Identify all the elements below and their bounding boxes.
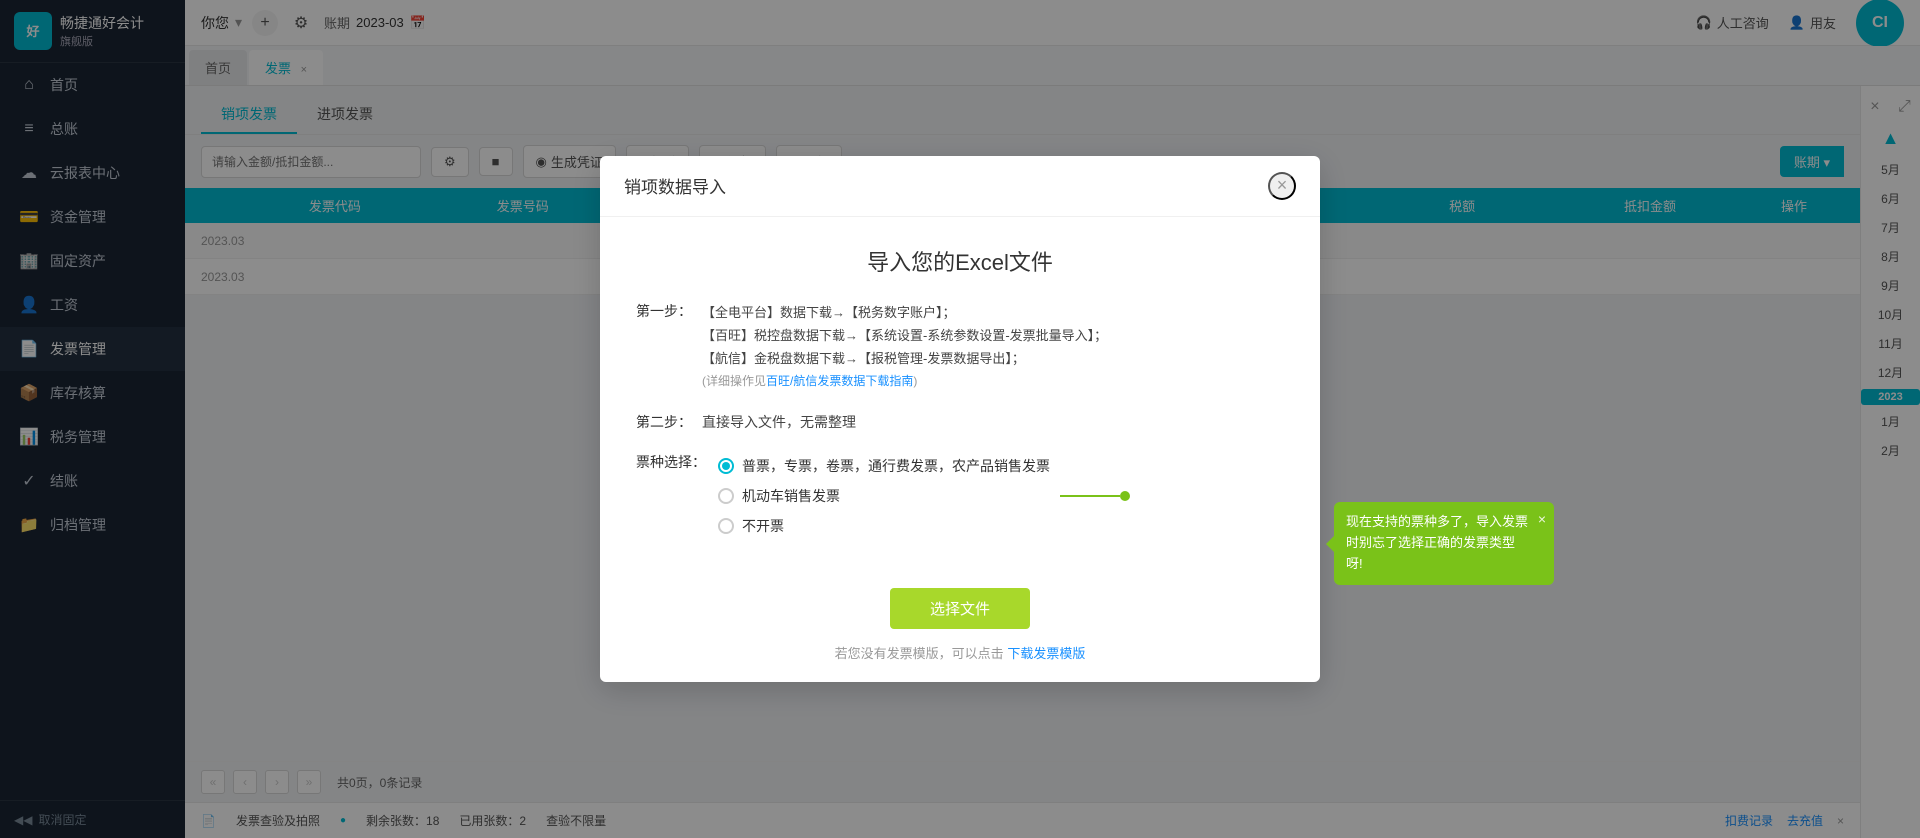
tooltip-dot [1120, 491, 1130, 501]
tooltip-close-btn[interactable]: × [1538, 508, 1546, 530]
radio-group: 普票，专票，卷票，通行费发票，农产品销售发票 机动车销售发票 不开票 [718, 456, 1050, 536]
radio-none[interactable]: 不开票 [718, 516, 1050, 536]
tooltip-bubble: × 现在支持的票种多了，导入发票时别忘了选择正确的发票类型呀! [1334, 502, 1554, 584]
radio-none-circle [718, 518, 734, 534]
modal-header: 销项数据导入 × [600, 156, 1320, 217]
radio-car-circle [718, 488, 734, 504]
radio-car-label: 机动车销售发票 [742, 486, 840, 506]
guide-link[interactable]: 百旺/航信发票数据下载指南 [766, 374, 913, 388]
download-template-link[interactable]: 下载发票模版 [1007, 646, 1085, 661]
download-hint: 若您没有发票模版，可以点击 下载发票模版 [835, 643, 1086, 662]
modal-title: 销项数据导入 [624, 173, 726, 198]
radio-normal-dot [722, 462, 730, 470]
tooltip-connector [1060, 491, 1130, 501]
tooltip-arrow [1326, 536, 1334, 552]
radio-normal-circle [718, 458, 734, 474]
step1-content: 【全电平台】数据下载→【税务数字账户】； 【百旺】税控盘数据下载→【系统设置-系… [702, 301, 1107, 393]
import-modal: 销项数据导入 × 导入您的Excel文件 第一步： 【全电平台】数据下载→【税务… [600, 156, 1320, 683]
modal-close-button[interactable]: × [1268, 172, 1296, 200]
step1-line3: 【航信】金税盘数据下载→【报税管理-发票数据导出】； [702, 347, 1107, 370]
step1-line1: 【全电平台】数据下载→【税务数字账户】； [702, 301, 1107, 324]
step1-label: 第一步： [636, 301, 692, 321]
step2-label: 第二步： [636, 412, 692, 432]
radio-normal-label: 普票，专票，卷票，通行费发票，农产品销售发票 [742, 456, 1050, 476]
radio-none-label: 不开票 [742, 516, 784, 536]
step2-content: 直接导入文件，无需整理 [702, 412, 856, 432]
radio-normal[interactable]: 普票，专票，卷票，通行费发票，农产品销售发票 [718, 456, 1050, 476]
ticket-select-label: 票种选择： [636, 452, 706, 472]
step1: 第一步： 【全电平台】数据下载→【税务数字账户】； 【百旺】税控盘数据下载→【系… [636, 301, 1284, 393]
radio-car[interactable]: 机动车销售发票 [718, 486, 1050, 506]
modal-footer: 选择文件 若您没有发票模版，可以点击 下载发票模版 [600, 580, 1320, 682]
step1-line2: 【百旺】税控盘数据下载→【系统设置-系统参数设置-发票批量导入】； [702, 324, 1107, 347]
ticket-select: 票种选择： 普票，专票，卷票，通行费发票，农产品销售发票 机动车销售发票 [636, 452, 1284, 536]
modal-body: 导入您的Excel文件 第一步： 【全电平台】数据下载→【税务数字账户】； 【百… [600, 217, 1320, 581]
select-file-button[interactable]: 选择文件 [890, 588, 1030, 629]
step2: 第二步： 直接导入文件，无需整理 [636, 412, 1284, 432]
tooltip-line [1060, 495, 1120, 497]
step1-hint: (详细操作见百旺/航信发票数据下载指南) [702, 371, 1107, 393]
modal-overlay: 销项数据导入 × 导入您的Excel文件 第一步： 【全电平台】数据下载→【税务… [0, 0, 1920, 838]
tooltip-text: 现在支持的票种多了，导入发票时别忘了选择正确的发票类型呀! [1346, 514, 1528, 571]
excel-title: 导入您的Excel文件 [636, 245, 1284, 277]
